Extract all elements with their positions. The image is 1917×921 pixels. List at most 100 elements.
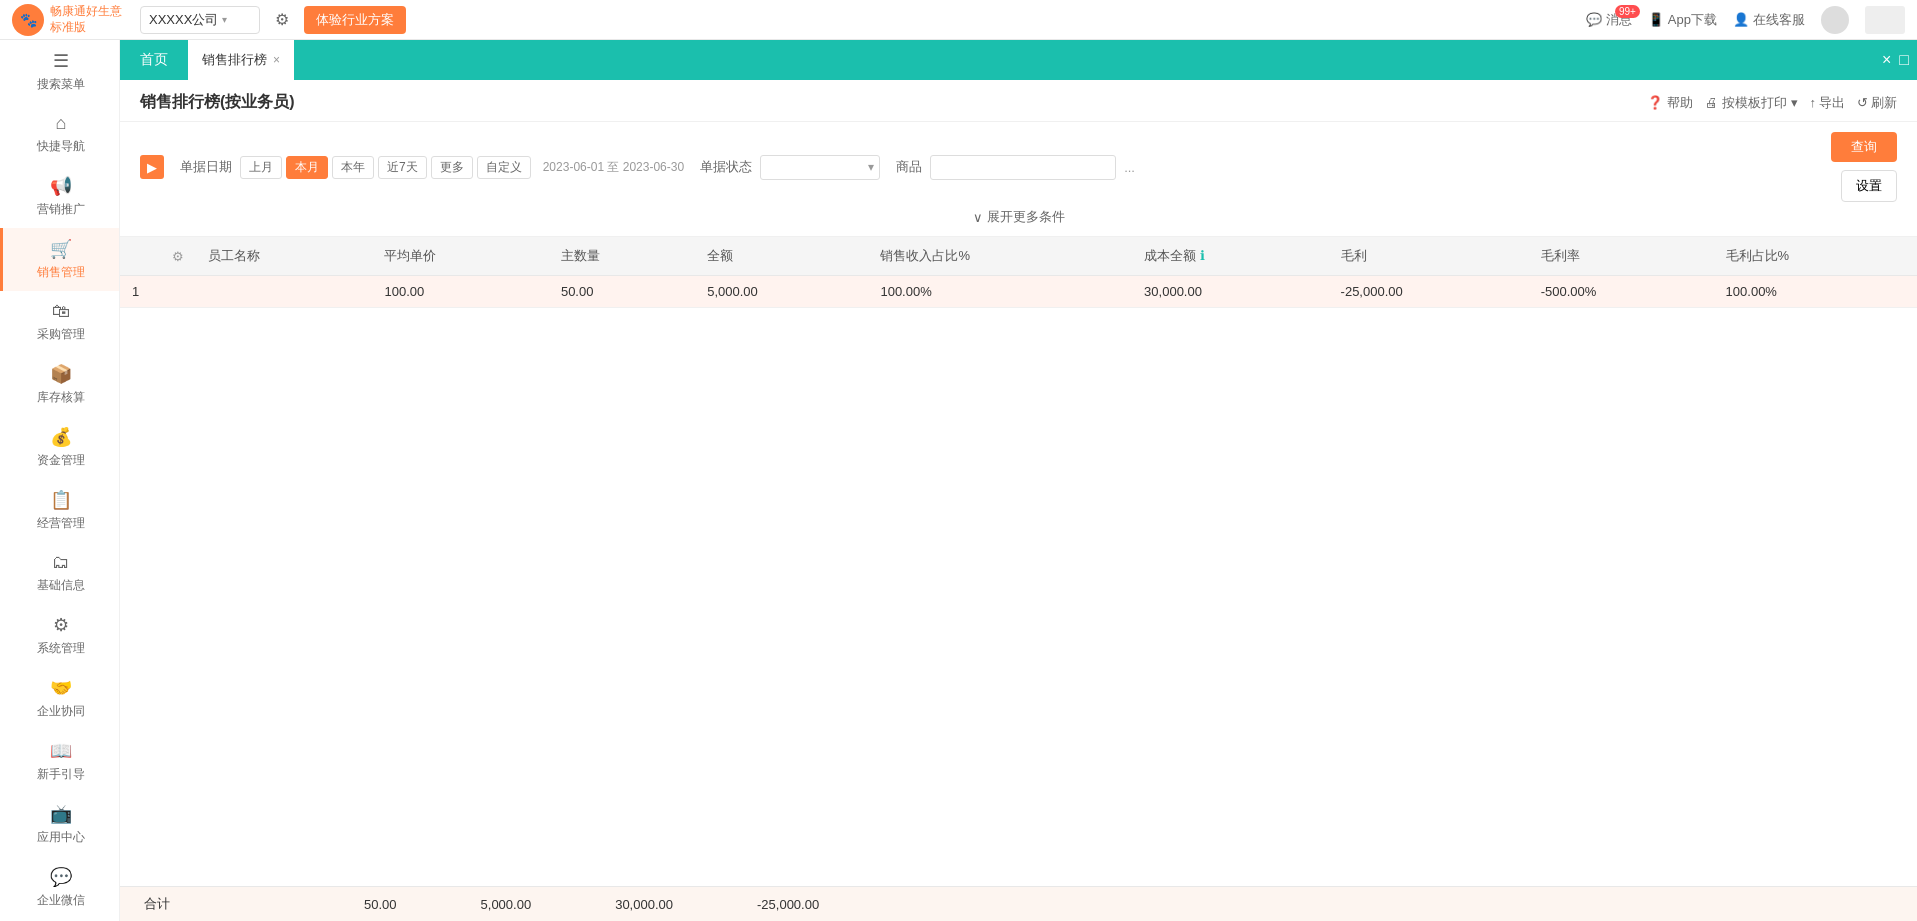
sidebar-item-enterprise-collab[interactable]: 🤝 企业协同 (0, 667, 119, 730)
filter-toggle-btn[interactable]: ▶ (140, 155, 164, 179)
sidebar-item-finance[interactable]: 💰 资金管理 (0, 416, 119, 479)
sidebar-item-label: 销售管理 (37, 264, 85, 281)
sidebar-item-label: 企业协同 (37, 703, 85, 720)
enterprise-wechat-icon: 💬 (50, 866, 72, 888)
sidebar-item-label: 企业微信 (37, 892, 85, 909)
sidebar-item-label: 库存核算 (37, 389, 85, 406)
sidebar-item-search-order[interactable]: ☰ 搜索菜单 (0, 40, 119, 103)
sidebar: ☰ 搜索菜单 ⌂ 快捷导航 📢 营销推广 🛒 销售管理 🛍 采购管理 📦 库存核… (0, 40, 120, 921)
cell-cost-amount: 30,000.00 (1132, 276, 1328, 308)
sidebar-item-marketing[interactable]: 📢 营销推广 (0, 165, 119, 228)
expand-filters-btn[interactable]: ∨ 展开更多条件 (140, 208, 1897, 226)
status-filter-group: 单据状态 (700, 155, 880, 180)
table-footer: 合计 50.00 5,000.00 30,000.00 -25,000.00 (120, 886, 1917, 921)
cell-rank: 1 (120, 276, 160, 308)
sidebar-item-sales-mgmt[interactable]: 🛒 销售管理 (0, 228, 119, 291)
tab-maximize-icon[interactable]: □ (1899, 51, 1909, 69)
logo-area: 🐾 畅康通好生意 标准版 (12, 4, 132, 36)
this-year-btn[interactable]: 本年 (332, 156, 374, 179)
online-service-btn[interactable]: 👤 在线客服 (1733, 11, 1805, 29)
sidebar-item-label: 营销推广 (37, 201, 85, 218)
page-header: 销售排行榜(按业务员) ❓ 帮助 🖨 按模板打印 ▾ ↑ 导出 (120, 80, 1917, 122)
more-filters-btn[interactable]: ... (1124, 160, 1135, 175)
footer-label: 合计 (132, 895, 292, 913)
table-header-row: ⚙ 员工名称 平均单价 主数量 全额 销售收入占比% 成本全额 ℹ 毛利 毛利率… (120, 237, 1917, 276)
app-download-btn[interactable]: 📱 App下载 (1648, 11, 1717, 29)
company-selector[interactable]: XXXXX公司 ▾ (140, 6, 260, 34)
sidebar-item-app-center[interactable]: 📺 应用中心 (0, 793, 119, 856)
cell-name (196, 276, 372, 308)
sidebar-item-label: 应用中心 (37, 829, 85, 846)
avatar[interactable] (1821, 6, 1849, 34)
tab-home[interactable]: 首页 (120, 40, 188, 80)
sidebar-item-beginner-guide[interactable]: 📖 新手引导 (0, 730, 119, 793)
template-print-button[interactable]: 🖨 按模板打印 ▾ (1705, 94, 1798, 112)
refresh-button[interactable]: ↺ 刷新 (1857, 94, 1897, 112)
tab-close-icon[interactable]: × (273, 53, 280, 67)
sidebar-item-label: 系统管理 (37, 640, 85, 657)
th-gross-margin: 毛利率 (1529, 237, 1714, 276)
sidebar-item-inventory[interactable]: 📦 库存核算 (0, 353, 119, 416)
cell-gross-margin: -500.00% (1529, 276, 1714, 308)
query-button[interactable]: 查询 (1831, 132, 1897, 162)
purchase-mgmt-icon: 🛍 (52, 301, 70, 322)
goods-input[interactable] (930, 155, 1116, 180)
column-settings-button[interactable]: 设置 (1841, 170, 1897, 202)
sidebar-item-basic-info[interactable]: 🗂 基础信息 (0, 542, 119, 604)
goods-filter-label: 商品 (896, 158, 922, 176)
app-center-icon: 📺 (50, 803, 72, 825)
page-title: 销售排行榜(按业务员) (140, 92, 295, 113)
sidebar-item-enterprise-wechat[interactable]: 💬 企业微信 (0, 856, 119, 919)
cost-info-icon[interactable]: ℹ (1200, 248, 1205, 263)
this-month-btn[interactable]: 本月 (286, 156, 328, 179)
user-name[interactable] (1865, 6, 1905, 34)
status-select[interactable] (760, 155, 880, 180)
help-button[interactable]: ❓ 帮助 (1647, 94, 1693, 112)
chevron-down-icon: ∨ (973, 210, 983, 225)
sidebar-item-operations[interactable]: 📋 经营管理 (0, 479, 119, 542)
cell-avg-price: 100.00 (372, 276, 548, 308)
sidebar-item-label: 资金管理 (37, 452, 85, 469)
cell-settings (160, 276, 196, 308)
last7days-btn[interactable]: 近7天 (378, 156, 427, 179)
more-date-btn[interactable]: 更多 (431, 156, 473, 179)
trial-button[interactable]: 体验行业方案 (304, 6, 406, 34)
export-button[interactable]: ↑ 导出 (1810, 94, 1846, 112)
cell-amount: 5,000.00 (695, 276, 868, 308)
refresh-icon: ↺ (1857, 95, 1868, 110)
filter-row: ▶ 单据日期 上月 本月 本年 近7天 更多 自定义 2023-06-01 至 … (140, 132, 1897, 202)
tab-sales-ranking[interactable]: 销售排行榜 × (188, 40, 294, 80)
footer-main-qty: 50.00 (352, 897, 409, 912)
sidebar-item-label: 新手引导 (37, 766, 85, 783)
date-filter-label: 单据日期 (180, 158, 232, 176)
export-icon: ↑ (1810, 95, 1817, 110)
system-icon: ⚙ (53, 614, 69, 636)
top-bar: 🐾 畅康通好生意 标准版 XXXXX公司 ▾ ⚙ 体验行业方案 💬 消息 99+… (0, 0, 1917, 40)
custom-date-btn[interactable]: 自定义 (477, 156, 531, 179)
sidebar-item-system[interactable]: ⚙ 系统管理 (0, 604, 119, 667)
th-settings[interactable]: ⚙ (160, 237, 196, 276)
sidebar-item-purchase-mgmt[interactable]: 🛍 采购管理 (0, 291, 119, 353)
message-icon: 💬 (1586, 12, 1602, 27)
beginner-guide-icon: 📖 (50, 740, 72, 762)
tab-minimize-icon[interactable]: × (1882, 51, 1891, 69)
last-month-btn[interactable]: 上月 (240, 156, 282, 179)
sidebar-item-quick-nav[interactable]: ⌂ 快捷导航 (0, 103, 119, 165)
footer-amount: 5,000.00 (469, 897, 544, 912)
footer-gross-profit: -25,000.00 (745, 897, 831, 912)
cell-gross-profit: -25,000.00 (1329, 276, 1529, 308)
message-btn[interactable]: 💬 消息 99+ (1586, 11, 1632, 29)
table-container: ⚙ 员工名称 平均单价 主数量 全额 销售收入占比% 成本全额 ℹ 毛利 毛利率… (120, 237, 1917, 886)
sidebar-item-label: 经营管理 (37, 515, 85, 532)
message-badge: 99+ (1615, 5, 1640, 18)
column-config-icon[interactable]: ⚙ (172, 249, 184, 264)
top-right-actions: 💬 消息 99+ 📱 App下载 👤 在线客服 (1586, 6, 1905, 34)
logo-text: 畅康通好生意 标准版 (50, 4, 122, 35)
inventory-icon: 📦 (50, 363, 72, 385)
settings-icon[interactable]: ⚙ (268, 6, 296, 34)
marketing-icon: 📢 (50, 175, 72, 197)
print-icon: 🖨 (1705, 95, 1718, 110)
goods-filter-group: 商品 ... (896, 155, 1135, 180)
main-layout: ☰ 搜索菜单 ⌂ 快捷导航 📢 营销推广 🛒 销售管理 🛍 采购管理 📦 库存核… (0, 40, 1917, 921)
download-icon: 📱 (1648, 12, 1664, 27)
